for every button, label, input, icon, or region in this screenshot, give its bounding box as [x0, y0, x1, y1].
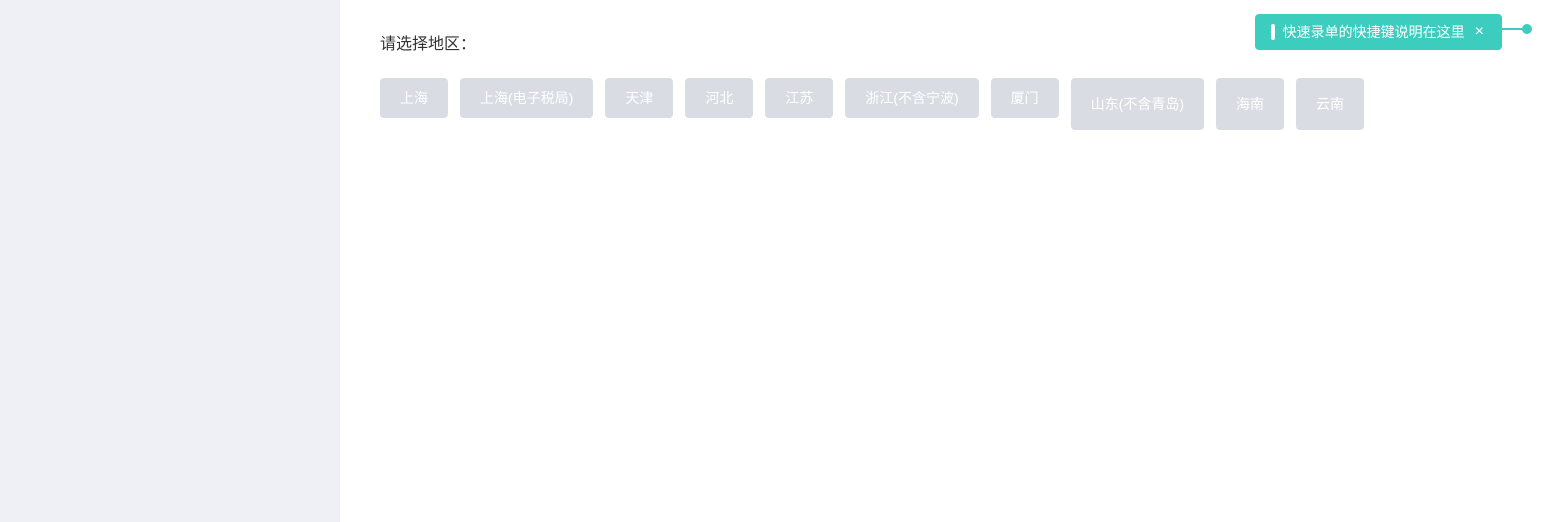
tooltip-banner: 快速录单的快捷键说明在这里 ×	[1255, 14, 1502, 50]
tooltip-connector-dot	[1522, 24, 1532, 34]
region-btn-shanghai[interactable]: 上海	[380, 78, 448, 118]
region-btn-tianjin[interactable]: 天津	[605, 78, 673, 118]
region-btn-jiangsu[interactable]: 江苏	[765, 78, 833, 118]
tooltip-bar	[1271, 24, 1275, 40]
region-btn-hebei[interactable]: 河北	[685, 78, 753, 118]
left-panel	[0, 0, 340, 522]
region-row-1: 上海 上海(电子税局) 天津 河北 江苏 浙江(不含宁波) 厦门	[380, 78, 1059, 118]
region-btn-xiamen[interactable]: 厦门	[991, 78, 1059, 118]
main-content: 请选择地区： 上海 上海(电子税局) 天津 河北 江苏 浙江(不含宁波) 厦门 …	[340, 0, 1562, 522]
region-btn-shandong[interactable]: 山东(不含青岛)	[1071, 78, 1204, 130]
region-row-2: 山东(不含青岛) 海南 云南	[1071, 78, 1364, 130]
region-buttons: 上海 上海(电子税局) 天津 河北 江苏 浙江(不含宁波) 厦门 山东(不含青岛…	[380, 78, 1522, 130]
region-btn-yunnan[interactable]: 云南	[1296, 78, 1364, 130]
region-btn-hainan[interactable]: 海南	[1216, 78, 1284, 130]
tooltip-connector-line	[1502, 28, 1522, 30]
tooltip-close-button[interactable]: ×	[1473, 24, 1486, 40]
region-btn-zhejiang[interactable]: 浙江(不含宁波)	[845, 78, 978, 118]
region-btn-shanghai-etax[interactable]: 上海(电子税局)	[460, 78, 593, 118]
tooltip-text: 快速录单的快捷键说明在这里	[1283, 22, 1465, 42]
